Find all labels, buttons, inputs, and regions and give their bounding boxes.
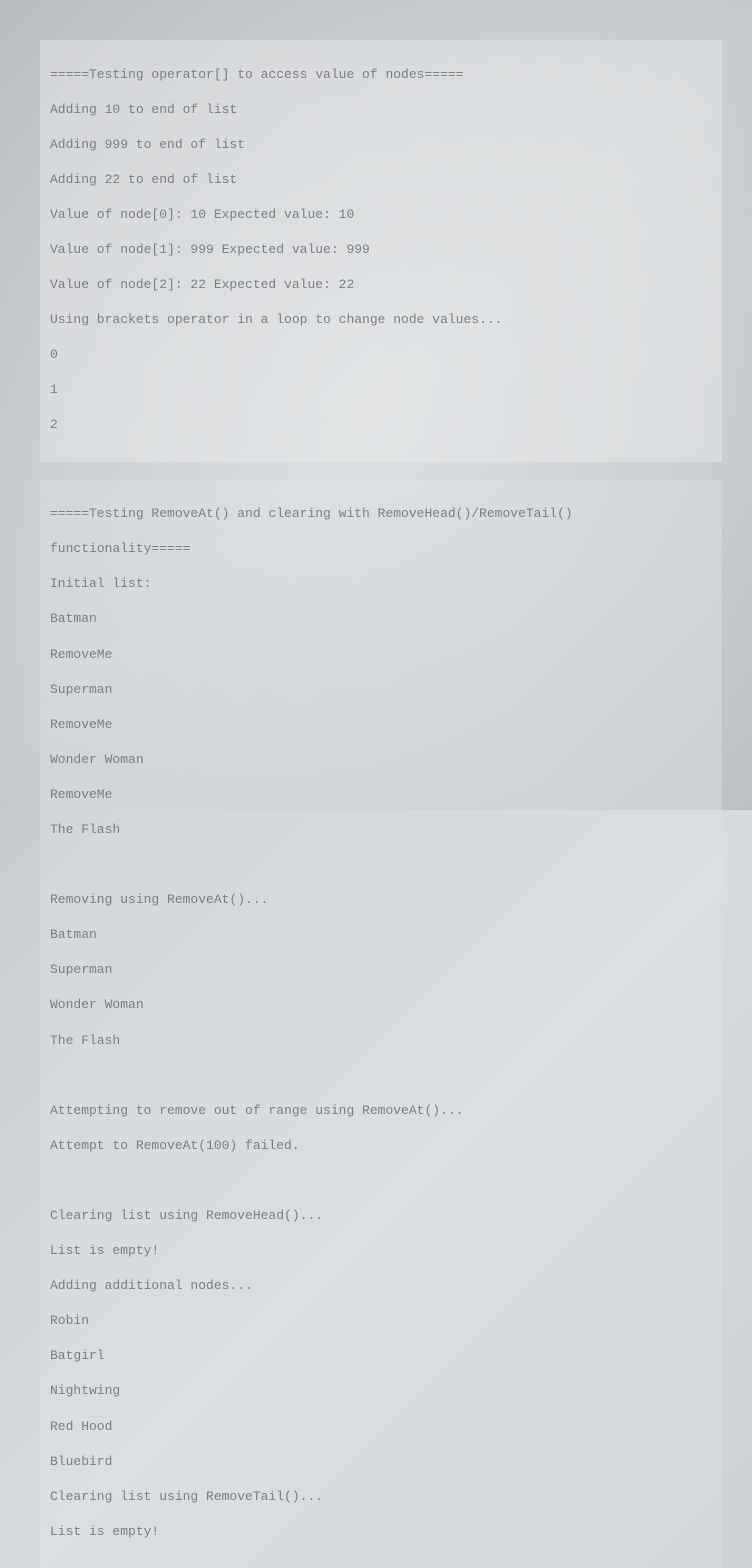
output-line: Adding 22 to end of list	[50, 171, 712, 189]
output-block-1: =====Testing operator[] to access value …	[40, 40, 722, 462]
output-line: =====Testing RemoveAt() and clearing wit…	[50, 505, 712, 523]
output-line: Batgirl	[50, 1347, 712, 1365]
output-line: Adding 999 to end of list	[50, 136, 712, 154]
output-line: RemoveMe	[50, 646, 712, 664]
output-line: Superman	[50, 681, 712, 699]
output-line: =====Testing operator[] to access value …	[50, 66, 712, 84]
output-line: Adding additional nodes...	[50, 1277, 712, 1295]
output-line: functionality=====	[50, 540, 712, 558]
output-line: Wonder Woman	[50, 751, 712, 769]
output-line: Clearing list using RemoveTail()...	[50, 1488, 712, 1506]
output-line: Value of node[0]: 10 Expected value: 10	[50, 206, 712, 224]
output-line	[50, 1172, 712, 1190]
output-line: Clearing list using RemoveHead()...	[50, 1207, 712, 1225]
output-line: Robin	[50, 1312, 712, 1330]
output-line: Initial list:	[50, 575, 712, 593]
output-line: Using brackets operator in a loop to cha…	[50, 311, 712, 329]
output-line: Superman	[50, 961, 712, 979]
output-line: Value of node[1]: 999 Expected value: 99…	[50, 241, 712, 259]
output-line: Attempt to RemoveAt(100) failed.	[50, 1137, 712, 1155]
output-line: Bluebird	[50, 1453, 712, 1471]
output-line: 1	[50, 381, 712, 399]
output-line: The Flash	[50, 821, 712, 839]
output-line: RemoveMe	[50, 716, 712, 734]
output-line: 2	[50, 416, 712, 434]
output-line: Red Hood	[50, 1418, 712, 1436]
output-line: List is empty!	[50, 1523, 712, 1541]
output-line: Value of node[2]: 22 Expected value: 22	[50, 276, 712, 294]
output-block-2: =====Testing RemoveAt() and clearing wit…	[40, 480, 722, 1568]
output-line: 0	[50, 346, 712, 364]
output-line: Batman	[50, 610, 712, 628]
output-line: Batman	[50, 926, 712, 944]
output-line: Removing using RemoveAt()...	[50, 891, 712, 909]
output-line	[50, 856, 712, 874]
output-line: Wonder Woman	[50, 996, 712, 1014]
output-line: Adding 10 to end of list	[50, 101, 712, 119]
output-line: RemoveMe	[50, 786, 712, 804]
output-line: Attempting to remove out of range using …	[50, 1102, 712, 1120]
output-line: List is empty!	[50, 1242, 712, 1260]
output-line: The Flash	[50, 1032, 712, 1050]
output-line: Nightwing	[50, 1382, 712, 1400]
output-line	[50, 1067, 712, 1085]
